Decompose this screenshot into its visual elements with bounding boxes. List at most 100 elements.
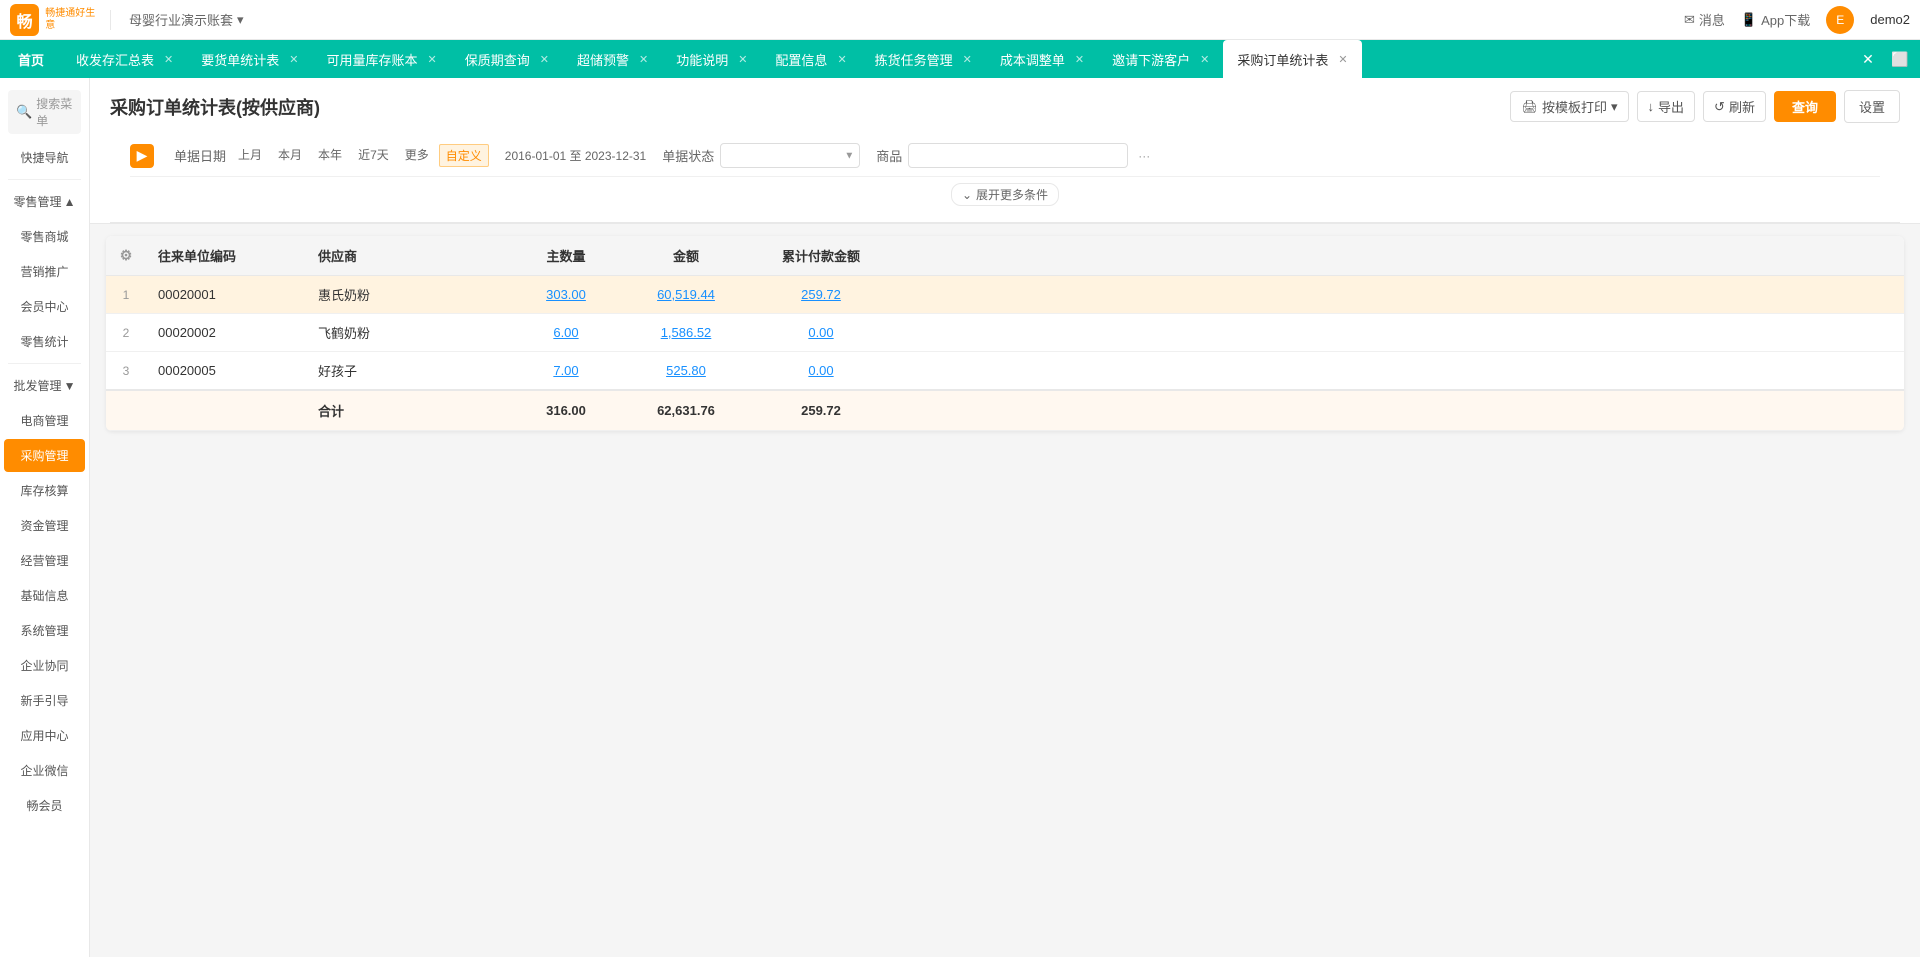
tab-6[interactable]: 功能说明 ✕ <box>662 40 761 78</box>
sidebar-item-wholesale[interactable]: 批发管理 ▼ <box>4 369 85 402</box>
sidebar-search[interactable]: 🔍 搜索菜单 <box>0 84 89 140</box>
tab-active-close[interactable]: ✕ <box>1338 53 1347 66</box>
tab-active[interactable]: 采购订单统计表 ✕ <box>1223 40 1361 78</box>
sidebar-item-member[interactable]: 会员中心 <box>4 290 85 323</box>
tab-8-close[interactable]: ✕ <box>963 53 972 66</box>
sidebar-search-inner[interactable]: 🔍 搜索菜单 <box>8 90 81 134</box>
app-download-btn[interactable]: 📱 App下载 <box>1741 10 1810 29</box>
status-select[interactable] <box>720 143 860 168</box>
sidebar-item-inventory[interactable]: 库存核算 <box>4 474 85 507</box>
sidebar-item-operations[interactable]: 经营管理 <box>4 544 85 577</box>
logo-area: 畅 畅捷通好生意 <box>10 4 100 36</box>
filter-expand-icon[interactable]: ▶ <box>130 144 154 168</box>
message-label: 消息 <box>1699 10 1725 29</box>
shortcut-last-month[interactable]: 上月 <box>232 144 268 167</box>
tab-6-close[interactable]: ✕ <box>738 53 747 66</box>
shortcut-more[interactable]: 更多 <box>399 144 435 167</box>
user-name[interactable]: demo2 <box>1870 12 1910 27</box>
sidebar-item-member2[interactable]: 畅会员 <box>4 789 85 822</box>
marketing-label: 营销推广 <box>20 265 68 279</box>
filter-status-item: 单据状态 <box>662 143 860 168</box>
tab-5-label: 超储预警 <box>577 50 629 69</box>
sidebar-item-ecommerce[interactable]: 电商管理 <box>4 404 85 437</box>
workspace-selector[interactable]: 母婴行业演示账套 ▾ <box>121 6 252 33</box>
table-body: 1 00020001 惠氏奶粉 303.00 60,519.44 259.72 … <box>106 276 1904 391</box>
status-select-wrapper <box>720 143 860 168</box>
footer-paid: 259.72 <box>746 390 896 431</box>
tab-7-label: 配置信息 <box>775 50 827 69</box>
tab-active-label: 采购订单统计表 <box>1237 50 1328 69</box>
settings-btn[interactable]: 设置 <box>1844 90 1900 123</box>
tab-4[interactable]: 保质期查询 ✕ <box>451 40 563 78</box>
gear-icon[interactable]: ⚙ <box>120 247 133 263</box>
shortcut-this-month[interactable]: 本月 <box>272 144 308 167</box>
refresh-btn[interactable]: ↺ 刷新 <box>1703 91 1766 122</box>
sidebar-item-system[interactable]: 系统管理 <box>4 614 85 647</box>
sidebar-item-purchase[interactable]: 采购管理 <box>4 439 85 472</box>
page-title-row: 采购订单统计表(按供应商) 🖨 按模板打印 ▾ ↓ 导出 ↺ 刷新 <box>110 90 1900 123</box>
tab-1[interactable]: 收发存汇总表 ✕ <box>62 40 187 78</box>
tab-9-close[interactable]: ✕ <box>1075 53 1084 66</box>
date-shortcuts: 上月 本月 本年 近7天 更多 自定义 <box>232 144 489 167</box>
tab-7[interactable]: 配置信息 ✕ <box>761 40 860 78</box>
search-icon: 🔍 <box>16 104 32 120</box>
nav-close-btn[interactable]: ✕ <box>1854 45 1882 73</box>
tab-7-close[interactable]: ✕ <box>837 53 846 66</box>
tab-2[interactable]: 要货单统计表 ✕ <box>187 40 312 78</box>
tab-8-label: 拣货任务管理 <box>875 50 953 69</box>
quick-nav-label: 快捷导航 <box>20 151 68 165</box>
tab-1-close[interactable]: ✕ <box>164 53 173 66</box>
chevron-down-icon-3: ⌄ <box>962 188 972 202</box>
sidebar-item-retail-mgmt[interactable]: 零售管理 ▲ <box>4 185 85 218</box>
sidebar-item-retail-stats[interactable]: 零售统计 <box>4 325 85 358</box>
top-bar-divider <box>110 10 111 30</box>
print-arrow: ▾ <box>1611 99 1618 115</box>
print-btn[interactable]: 🖨 按模板打印 ▾ <box>1510 91 1628 122</box>
logo-text: 畅捷通好生意 <box>45 8 100 32</box>
sidebar-item-retail-shop[interactable]: 零售商城 <box>4 220 85 253</box>
footer-amount: 62,631.76 <box>626 390 746 431</box>
query-btn[interactable]: 查询 <box>1774 91 1836 122</box>
tab-5-close[interactable]: ✕ <box>639 53 648 66</box>
query-label: 查询 <box>1792 100 1818 115</box>
nav-maximize-btn[interactable]: ⬜ <box>1886 45 1914 73</box>
goods-input[interactable] <box>908 143 1128 168</box>
sidebar-item-newbie[interactable]: 新手引导 <box>4 684 85 717</box>
sidebar-item-app-center[interactable]: 应用中心 <box>4 719 85 752</box>
table-head: ⚙ 往来单位编码 供应商 主数量 金额 累计付款金额 <box>106 236 1904 276</box>
tab-3[interactable]: 可用量库存账本 ✕ <box>312 40 450 78</box>
sidebar-item-wechat[interactable]: 企业微信 <box>4 754 85 787</box>
wechat-label: 企业微信 <box>20 764 68 778</box>
export-btn[interactable]: ↓ 导出 <box>1637 91 1696 122</box>
print-label: 按模板打印 <box>1542 97 1607 116</box>
sidebar-item-basic-info[interactable]: 基础信息 <box>4 579 85 612</box>
shortcut-7days[interactable]: 近7天 <box>352 144 395 167</box>
tab-10[interactable]: 邀请下游客户 ✕ <box>1098 40 1223 78</box>
chevron-down-icon-2: ▼ <box>64 379 76 393</box>
tab-8[interactable]: 拣货任务管理 ✕ <box>861 40 986 78</box>
row1-qty: 303.00 <box>506 276 626 314</box>
tab-home-label: 首页 <box>18 50 44 69</box>
message-btn[interactable]: ✉ 消息 <box>1684 10 1725 29</box>
sidebar-item-finance[interactable]: 资金管理 <box>4 509 85 542</box>
tab-5[interactable]: 超储预警 ✕ <box>563 40 662 78</box>
col-extra <box>896 236 1904 276</box>
tab-9[interactable]: 成本调整单 ✕ <box>986 40 1098 78</box>
table-header-row: ⚙ 往来单位编码 供应商 主数量 金额 累计付款金额 <box>106 236 1904 276</box>
ecommerce-label: 电商管理 <box>20 414 68 428</box>
shortcut-this-year[interactable]: 本年 <box>312 144 348 167</box>
sidebar-item-quick-nav[interactable]: 快捷导航 <box>4 141 85 174</box>
finance-label: 资金管理 <box>20 519 68 533</box>
tab-2-close[interactable]: ✕ <box>289 53 298 66</box>
avatar: E <box>1826 6 1854 34</box>
tab-home[interactable]: 首页 <box>0 40 62 78</box>
tab-4-label: 保质期查询 <box>465 50 530 69</box>
goods-more-icon[interactable]: ··· <box>1138 149 1150 163</box>
sidebar-item-enterprise[interactable]: 企业协同 <box>4 649 85 682</box>
sidebar-item-marketing[interactable]: 营销推广 <box>4 255 85 288</box>
custom-badge[interactable]: 自定义 <box>439 144 489 167</box>
tab-4-close[interactable]: ✕ <box>540 53 549 66</box>
tab-3-close[interactable]: ✕ <box>428 53 437 66</box>
tab-10-close[interactable]: ✕ <box>1200 53 1209 66</box>
expand-more-btn[interactable]: ⌄ 展开更多条件 <box>951 183 1059 206</box>
